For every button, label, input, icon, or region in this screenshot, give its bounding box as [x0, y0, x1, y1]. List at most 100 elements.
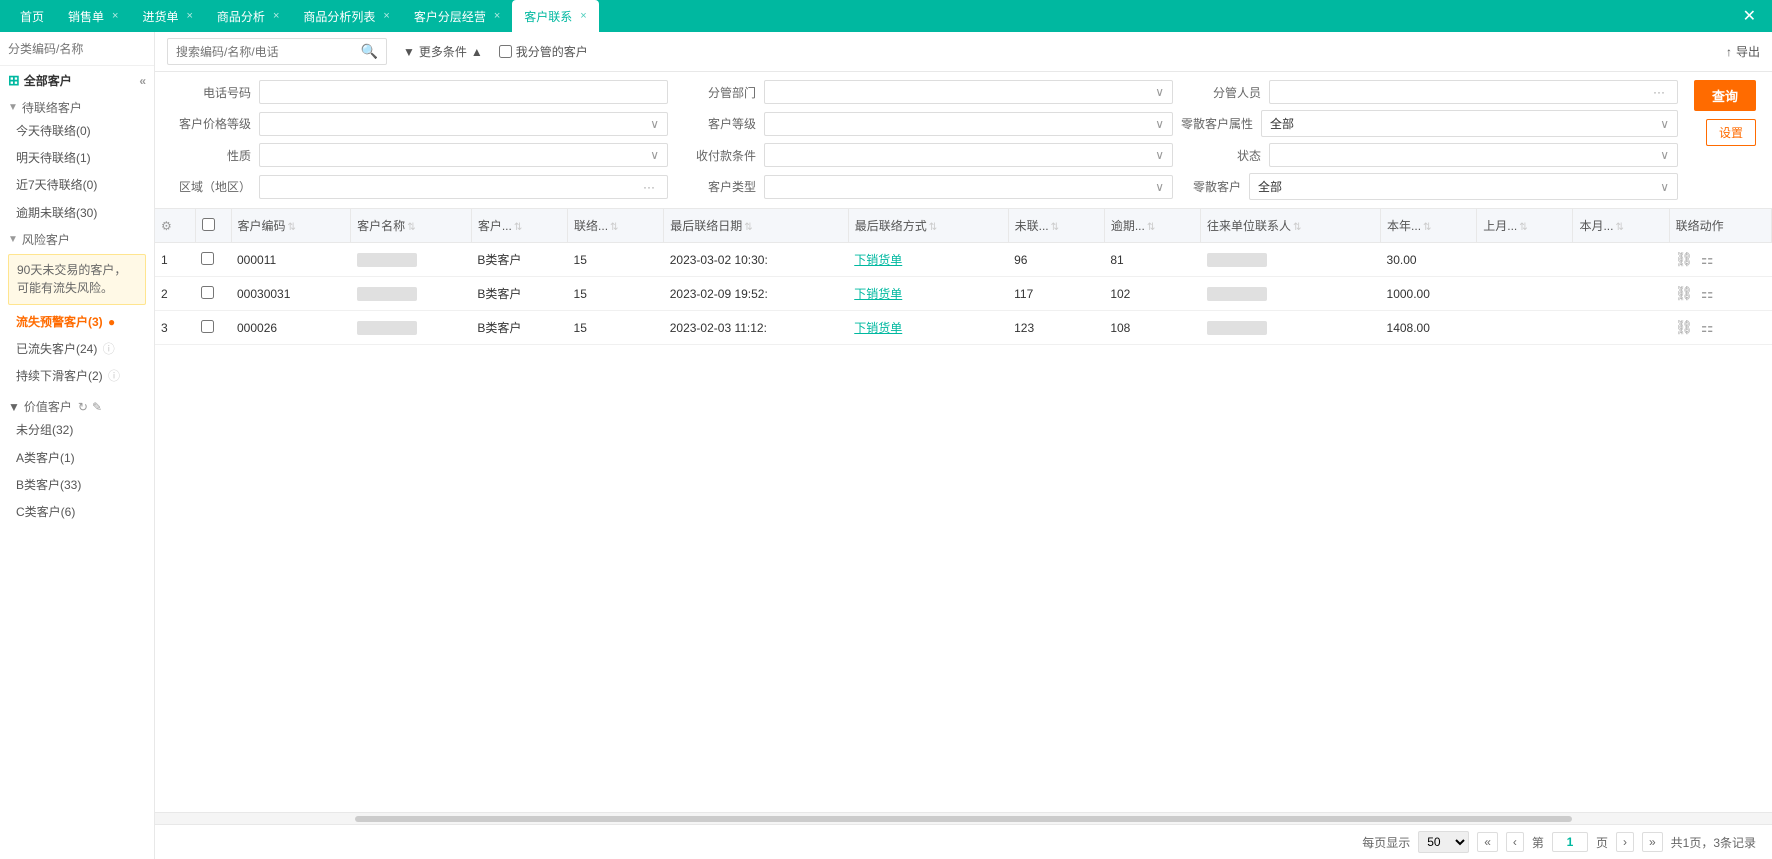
last-method-link[interactable]: 下销货单 — [854, 253, 902, 267]
sidebar-item-classA[interactable]: A类客户(1) — [0, 445, 154, 472]
sort-overdue-icon[interactable]: ⇅ — [1147, 222, 1155, 233]
main-search-input[interactable] — [176, 45, 357, 59]
manager-dots[interactable]: ··· — [1649, 85, 1669, 99]
th-checkbox[interactable] — [195, 209, 231, 243]
payment-select[interactable]: ∨ — [764, 143, 1173, 167]
nav-home[interactable]: 首页 — [8, 0, 56, 32]
grid-action-icon[interactable]: ⚏ — [1701, 319, 1714, 336]
row-checkbox[interactable] — [201, 252, 214, 265]
my-customers-checkbox[interactable] — [499, 45, 512, 58]
sidebar-item-churn-warning[interactable]: 流失预警客户(3) ● — [0, 309, 154, 336]
sort-code-icon[interactable]: ⇅ — [288, 222, 296, 233]
sort-no-contact-icon[interactable]: ⇅ — [1051, 222, 1059, 233]
last-page-btn[interactable]: » — [1642, 832, 1663, 852]
customer-type-select[interactable]: ∨ — [764, 175, 1173, 199]
th-settings[interactable]: ⚙ — [155, 209, 195, 243]
cell-last-method[interactable]: 下销货单 — [848, 311, 1008, 345]
region-dots[interactable]: ··· — [639, 180, 659, 194]
nav-product-list[interactable]: 商品分析列表 × — [291, 0, 401, 32]
sort-method-icon[interactable]: ⇅ — [929, 222, 937, 233]
page-input[interactable] — [1552, 832, 1588, 852]
phone-field: 电话号码 — [171, 80, 668, 104]
close-sales-icon[interactable]: × — [112, 10, 118, 22]
sidebar-item-declining[interactable]: 持续下滑客户(2) ⓘ — [0, 363, 154, 390]
row-checkbox[interactable] — [201, 286, 214, 299]
main-search-icon[interactable]: 🔍 — [361, 43, 378, 60]
sort-name-icon[interactable]: ⇅ — [407, 222, 415, 233]
sidebar-item-churned[interactable]: 已流失客户(24) ⓘ — [0, 336, 154, 363]
grid-action-icon[interactable]: ⚏ — [1701, 251, 1714, 268]
phone-input[interactable] — [259, 80, 668, 104]
th-name: 客户名称⇅ — [351, 209, 472, 243]
sort-year-icon[interactable]: ⇅ — [1423, 222, 1431, 233]
sort-this-month-icon[interactable]: ⇅ — [1615, 222, 1623, 233]
sort-contact-icon[interactable]: ⇅ — [610, 222, 618, 233]
sidebar-item-overdue[interactable]: 逾期未联络(30) — [0, 200, 154, 227]
cell-this-month — [1573, 243, 1669, 277]
nav-sales[interactable]: 销售单 × — [56, 0, 130, 32]
last-method-link[interactable]: 下销货单 — [854, 321, 902, 335]
first-page-btn[interactable]: « — [1477, 832, 1498, 852]
cell-last-method[interactable]: 下销货单 — [848, 277, 1008, 311]
row-checkbox[interactable] — [201, 320, 214, 333]
query-button[interactable]: 查询 — [1694, 80, 1756, 111]
settings-button[interactable]: 设置 — [1706, 119, 1756, 146]
close-customer-contact-icon[interactable]: × — [580, 10, 586, 22]
zero-customer-select[interactable]: 全部 ∨ — [1249, 173, 1678, 200]
sort-type-icon[interactable]: ⇅ — [514, 222, 522, 233]
zero-attr-select[interactable]: 全部 ∨ — [1261, 110, 1678, 137]
close-customer-tier-icon[interactable]: × — [494, 10, 500, 22]
export-btn[interactable]: ↑ 导出 — [1726, 43, 1760, 60]
last-method-link[interactable]: 下销货单 — [854, 287, 902, 301]
link-icon[interactable]: ⛓ — [1675, 285, 1693, 302]
refresh-icon[interactable]: ↻ — [78, 400, 88, 414]
close-product-analysis-icon[interactable]: × — [273, 10, 279, 22]
select-all-checkbox[interactable] — [202, 218, 215, 231]
nav-customer-tier[interactable]: 客户分层经营 × — [402, 0, 512, 32]
close-product-list-icon[interactable]: × — [383, 10, 389, 22]
link-icon[interactable]: ⛓ — [1675, 251, 1693, 268]
dept-select[interactable]: ∨ — [764, 80, 1173, 104]
close-purchase-icon[interactable]: × — [186, 10, 192, 22]
sidebar-item-today[interactable]: 今天待联络(0) — [0, 118, 154, 145]
sort-last-month-icon[interactable]: ⇅ — [1519, 222, 1527, 233]
sidebar-search-input[interactable] — [8, 42, 155, 56]
edit-icon[interactable]: ✎ — [92, 400, 102, 414]
cell-checkbox[interactable] — [195, 311, 231, 345]
group-value[interactable]: ▼ 价值客户 ↻ ✎ — [0, 394, 154, 417]
sidebar-item-ungroup[interactable]: 未分组(32) — [0, 417, 154, 444]
cell-type: B类客户 — [471, 277, 567, 311]
per-page-select[interactable]: 50 100 200 — [1418, 831, 1469, 853]
sidebar-item-classB[interactable]: B类客户(33) — [0, 472, 154, 499]
cell-last-method[interactable]: 下销货单 — [848, 243, 1008, 277]
nav-product-analysis[interactable]: 商品分析 × — [205, 0, 291, 32]
dot-icon: ● — [108, 315, 115, 329]
sort-company-icon[interactable]: ⇅ — [1293, 222, 1301, 233]
horizontal-scrollbar[interactable] — [155, 812, 1772, 824]
main-layout: 🔍 ⊞ 全部客户 « ▼ 待联络客户 今天待联络(0) 明天待联络(1) 近7天… — [0, 32, 1772, 859]
group-risk[interactable]: ▼ 风险客户 — [0, 227, 154, 250]
group-pending[interactable]: ▼ 待联络客户 — [0, 95, 154, 118]
cell-type: B类客户 — [471, 311, 567, 345]
cell-checkbox[interactable] — [195, 243, 231, 277]
prev-page-btn[interactable]: ‹ — [1506, 832, 1524, 852]
nature-select[interactable]: ∨ — [259, 143, 668, 167]
settings-icon[interactable]: ⚙ — [161, 219, 172, 233]
manager-select[interactable]: ··· — [1269, 80, 1678, 104]
window-close-button[interactable]: ✕ — [1735, 6, 1764, 26]
grid-action-icon[interactable]: ⚏ — [1701, 285, 1714, 302]
link-icon[interactable]: ⛓ — [1675, 319, 1693, 336]
sort-date-icon[interactable]: ⇅ — [744, 222, 752, 233]
sidebar-item-classC[interactable]: C类客户(6) — [0, 499, 154, 526]
sidebar-item-tomorrow[interactable]: 明天待联络(1) — [0, 145, 154, 172]
next-page-btn[interactable]: › — [1616, 832, 1634, 852]
status-select[interactable]: ∨ — [1269, 143, 1678, 167]
cell-checkbox[interactable] — [195, 277, 231, 311]
more-conditions-btn[interactable]: ▼ 更多条件 ▲ — [395, 39, 491, 64]
nav-purchase[interactable]: 进货单 × — [130, 0, 204, 32]
customer-tier-select[interactable]: ∨ — [764, 112, 1173, 136]
sidebar-item-7days[interactable]: 近7天待联络(0) — [0, 172, 154, 199]
sidebar-root[interactable]: ⊞ 全部客户 « — [0, 66, 154, 95]
price-tier-select[interactable]: ∨ — [259, 112, 668, 136]
nav-customer-contact[interactable]: 客户联系 × — [512, 0, 598, 32]
